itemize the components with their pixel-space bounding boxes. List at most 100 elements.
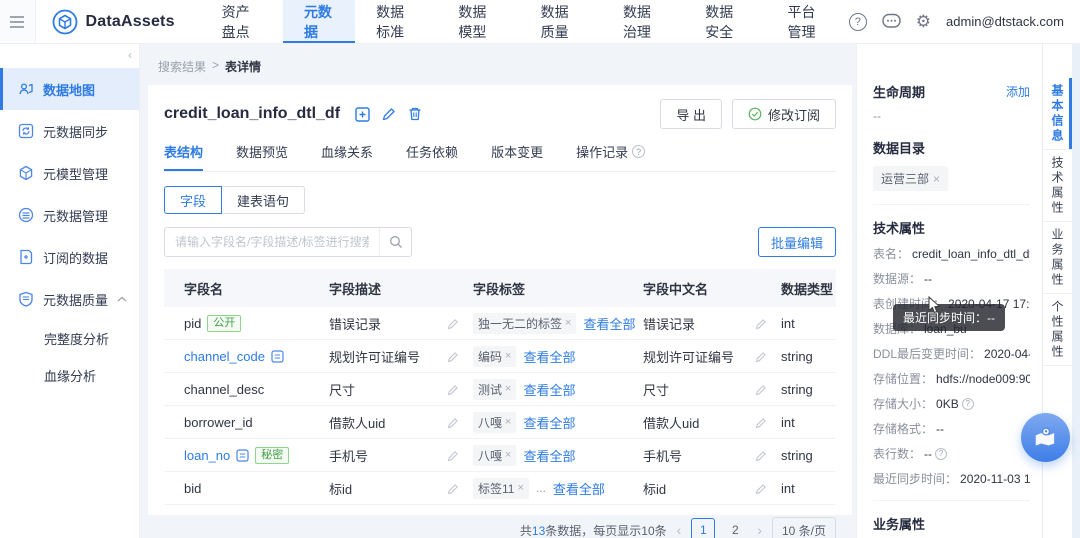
breadcrumb-parent[interactable]: 搜索结果	[158, 58, 206, 75]
edit-desc-icon[interactable]	[447, 383, 460, 396]
row-count-value: --	[924, 446, 933, 461]
sidebar-item-subscribed-data[interactable]: 订阅的数据	[0, 236, 139, 278]
field-name-link[interactable]: loan_no	[184, 448, 230, 463]
tag-close-icon[interactable]: ×	[933, 172, 940, 186]
edit-cn-name-icon[interactable]	[755, 317, 768, 330]
storage-size-value: 0KB	[936, 396, 959, 411]
nav-item-data-security[interactable]: 数据安全	[684, 0, 766, 43]
view-all-tags-link[interactable]: 查看全部	[583, 314, 635, 333]
view-all-tags-link[interactable]: 查看全部	[523, 380, 575, 399]
edit-cn-name-icon[interactable]	[755, 350, 768, 363]
business-props-title: 业务属性	[873, 517, 926, 532]
next-page-icon[interactable]: ›	[755, 522, 764, 538]
edit-table-icon[interactable]	[381, 106, 397, 122]
page-number-2[interactable]: 2	[723, 518, 747, 538]
lifecycle-add-link[interactable]: 添加	[1006, 83, 1030, 100]
anchor-tab-basic-info[interactable]: 基本信息	[1043, 78, 1072, 150]
sidebar-item-metamodel-mgmt[interactable]: 元模型管理	[0, 152, 139, 194]
help-icon[interactable]: ?	[848, 12, 867, 31]
edit-cn-name-icon[interactable]	[755, 383, 768, 396]
field-cn-name: 借款人uid	[643, 415, 700, 431]
nav-item-data-standard[interactable]: 数据标准	[355, 0, 437, 43]
data-map-float-button[interactable]	[1021, 413, 1070, 462]
tab-version-change[interactable]: 版本变更	[491, 142, 543, 171]
tab-lineage[interactable]: 血缘关系	[321, 142, 373, 171]
help-icon[interactable]: ?	[935, 447, 948, 460]
table-row: pid 公开 错误记录 独一无二的标签 × 查看全部 错误记录 int	[164, 307, 836, 340]
prev-page-icon[interactable]: ‹	[675, 522, 684, 538]
tab-table-structure[interactable]: 表结构	[164, 142, 203, 171]
sidebar-item-data-map[interactable]: 数据地图	[0, 68, 139, 110]
page-number-1[interactable]: 1	[691, 518, 716, 538]
search-icon[interactable]	[379, 228, 411, 256]
edit-cn-name-icon[interactable]	[755, 416, 768, 429]
breadcrumb-separator: >	[212, 58, 220, 72]
anchor-tab-custom-props[interactable]: 个性属性	[1043, 294, 1072, 366]
sidebar-item-metadata-sync[interactable]: 元数据同步	[0, 110, 139, 152]
data-catalog-title: 数据目录	[873, 141, 926, 156]
delete-table-icon[interactable]	[407, 106, 423, 122]
nav-item-data-governance[interactable]: 数据治理	[602, 0, 684, 43]
view-all-tags-link[interactable]: 查看全部	[523, 347, 575, 366]
tab-operation-log[interactable]: 操作记录 ?	[576, 142, 646, 171]
toggle-create-sql[interactable]: 建表语句	[221, 186, 306, 214]
data-type: int	[781, 414, 795, 430]
anchor-tab-tech-props[interactable]: 技术属性	[1043, 150, 1072, 222]
check-circle-icon	[748, 107, 762, 121]
toggle-fields[interactable]: 字段	[164, 186, 223, 214]
sidebar-subitem-completeness[interactable]: 完整度分析	[0, 320, 139, 357]
tag-close-icon[interactable]: ×	[565, 317, 571, 329]
scrollbar-track[interactable]	[1072, 44, 1080, 538]
hamburger-menu-button[interactable]	[0, 0, 36, 43]
sidebar-item-metadata-mgmt[interactable]: 元数据管理	[0, 194, 139, 236]
help-icon[interactable]: ?	[961, 397, 974, 410]
edit-desc-icon[interactable]	[447, 482, 460, 495]
sidebar-subitem-lineage[interactable]: 血缘分析	[0, 357, 139, 394]
nav-item-data-quality[interactable]: 数据质量	[520, 0, 602, 43]
sidebar-collapse-icon[interactable]: ‹	[123, 46, 137, 64]
page-size-select[interactable]: 10 条/页	[771, 517, 836, 538]
add-to-collection-icon[interactable]	[354, 106, 371, 123]
edit-desc-icon[interactable]	[447, 449, 460, 462]
feedback-icon[interactable]	[882, 13, 901, 30]
edit-desc-icon[interactable]	[447, 416, 460, 429]
table-detail-card: credit_loan_info_dtl_df 导 出 修改订阅 表结构 数据预…	[148, 85, 852, 538]
view-all-tags-link[interactable]: 查看全部	[553, 479, 605, 498]
tag-close-icon[interactable]: ×	[505, 383, 511, 395]
view-all-tags-link[interactable]: 查看全部	[523, 446, 575, 465]
data-map-icon	[19, 83, 33, 95]
edit-cn-name-icon[interactable]	[755, 482, 768, 495]
tab-data-preview[interactable]: 数据预览	[236, 142, 288, 171]
batch-edit-button[interactable]: 批量编辑	[757, 227, 836, 257]
tab-task-dependency[interactable]: 任务依赖	[406, 142, 458, 171]
tag-close-icon[interactable]: ×	[517, 482, 523, 494]
settings-gear-icon[interactable]: ⚙	[916, 13, 931, 30]
search-row: 批量编辑	[164, 227, 836, 257]
tag-close-icon[interactable]: ×	[505, 416, 511, 428]
ddl-change-time-value: 2020-04-17 17:0...	[984, 346, 1030, 361]
tag-close-icon[interactable]: ×	[505, 449, 511, 461]
anchor-tab-business-props[interactable]: 业务属性	[1043, 222, 1072, 294]
nav-item-platform-admin[interactable]: 平台管理	[766, 0, 848, 43]
user-account[interactable]: admin@dtstack.com	[946, 14, 1064, 29]
table-name-value: credit_loan_info_dtl_df	[912, 246, 1030, 261]
edit-desc-icon[interactable]	[447, 317, 460, 330]
tag-close-icon[interactable]: ×	[505, 350, 511, 362]
sidebar-item-label: 元数据管理	[43, 208, 109, 224]
field-search-input[interactable]	[165, 235, 379, 249]
view-all-tags-link[interactable]: 查看全部	[523, 413, 575, 432]
edit-desc-icon[interactable]	[447, 350, 460, 363]
nav-item-asset-inventory[interactable]: 资产盘点	[201, 0, 283, 43]
sidebar-item-metadata-quality[interactable]: 元数据质量	[0, 278, 139, 320]
column-header-field-name: 字段名	[184, 281, 224, 297]
modify-subscription-button[interactable]: 修改订阅	[731, 99, 836, 129]
nav-item-data-model[interactable]: 数据模型	[437, 0, 519, 43]
edit-cn-name-icon[interactable]	[755, 449, 768, 462]
field-name-link[interactable]: channel_code	[184, 349, 265, 364]
brand[interactable]: DataAssets	[52, 0, 175, 43]
nav-item-metadata[interactable]: 元数据	[282, 0, 356, 43]
field-cn-name: 标id	[643, 481, 667, 497]
tag-chip: 测试 ×	[473, 378, 517, 400]
breadcrumb-current: 表详情	[225, 60, 262, 74]
export-button[interactable]: 导 出	[660, 99, 722, 129]
